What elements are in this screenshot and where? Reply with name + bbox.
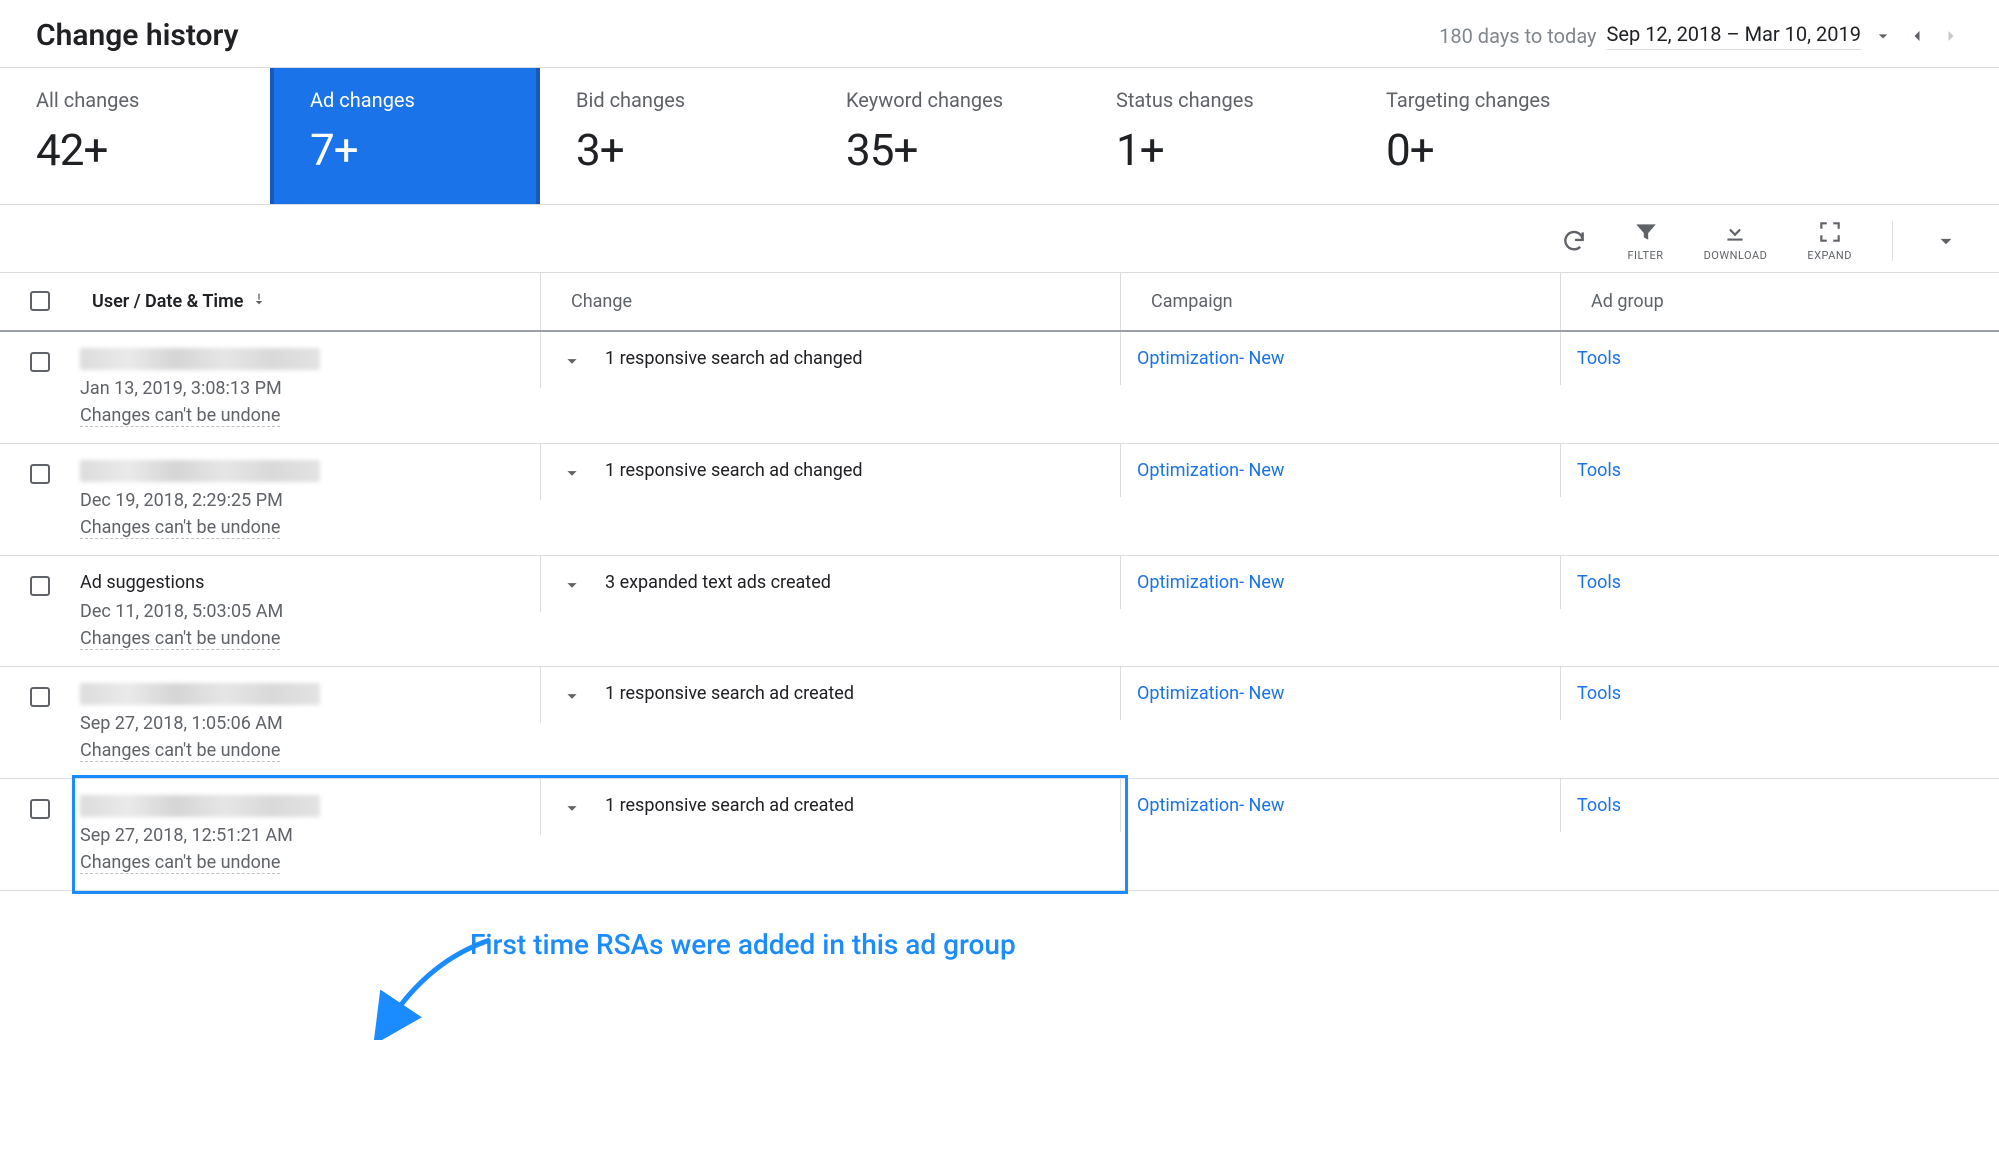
tab-value: 7+ <box>310 124 492 176</box>
expand-icon <box>1817 219 1843 245</box>
user-name-redacted <box>80 460 320 482</box>
tab-value: 42+ <box>36 124 226 176</box>
undo-note: Changes can't be undone <box>80 852 280 874</box>
download-label: DOWNLOAD <box>1704 249 1768 262</box>
refresh-button[interactable] <box>1561 228 1587 254</box>
expand-row-icon[interactable] <box>561 685 583 707</box>
col-change[interactable]: Change <box>540 273 1120 330</box>
toolbar-separator <box>1892 221 1893 261</box>
table-row: Jan 13, 2019, 3:08:13 PM Changes can't be… <box>0 332 1999 444</box>
expand-row-icon[interactable] <box>561 350 583 372</box>
date-range-value: Sep 12, 2018 – Mar 10, 2019 <box>1607 22 1861 50</box>
col-adgroup-label: Ad group <box>1591 291 1664 312</box>
tab-label: Ad changes <box>310 88 492 112</box>
user-name: Ad suggestions <box>80 572 520 593</box>
tab-label: Bid changes <box>576 88 766 112</box>
tab-bid-changes[interactable]: Bid changes 3+ <box>540 68 810 204</box>
more-toolbar-button[interactable] <box>1933 228 1959 254</box>
col-user-label: User / Date & Time <box>92 291 243 312</box>
date-range-label: 180 days to today <box>1439 24 1596 48</box>
campaign-link[interactable]: Optimization- New <box>1137 348 1284 369</box>
adgroup-link[interactable]: Tools <box>1577 795 1621 816</box>
next-period-icon[interactable] <box>1939 24 1963 48</box>
change-datetime: Dec 19, 2018, 2:29:25 PM <box>80 490 520 511</box>
change-description: 1 responsive search ad created <box>605 795 854 816</box>
campaign-link[interactable]: Optimization- New <box>1137 795 1284 816</box>
table-toolbar: FILTER DOWNLOAD EXPAND <box>0 205 1999 272</box>
download-button[interactable]: DOWNLOAD <box>1704 219 1768 262</box>
tab-label: Targeting changes <box>1386 88 1576 112</box>
undo-note: Changes can't be undone <box>80 628 280 650</box>
row-checkbox[interactable] <box>30 799 50 819</box>
annotation-text: First time RSAs were added in this ad gr… <box>470 928 1016 961</box>
adgroup-link[interactable]: Tools <box>1577 348 1621 369</box>
tab-value: 3+ <box>576 124 766 176</box>
row-checkbox[interactable] <box>30 352 50 372</box>
change-description: 1 responsive search ad changed <box>605 460 863 481</box>
table-row: Ad suggestions Dec 11, 2018, 5:03:05 AM Ch… <box>0 556 1999 667</box>
date-range-picker[interactable]: 180 days to today Sep 12, 2018 – Mar 10,… <box>1439 22 1963 50</box>
tab-ad-changes[interactable]: Ad changes 7+ <box>270 68 540 204</box>
campaign-link[interactable]: Optimization- New <box>1137 460 1284 481</box>
tab-status-changes[interactable]: Status changes 1+ <box>1080 68 1350 204</box>
user-name-redacted <box>80 795 320 817</box>
page-title: Change history <box>36 18 239 53</box>
col-change-label: Change <box>571 291 632 312</box>
expand-label: EXPAND <box>1807 249 1852 262</box>
download-icon <box>1722 219 1748 245</box>
filter-label: FILTER <box>1627 249 1663 262</box>
row-checkbox[interactable] <box>30 687 50 707</box>
expand-row-icon[interactable] <box>561 797 583 819</box>
table-header-row: User / Date & Time Change Campaign Ad gr… <box>0 272 1999 332</box>
col-user[interactable]: User / Date & Time <box>80 273 540 330</box>
user-name-redacted <box>80 683 320 705</box>
refresh-icon <box>1561 228 1587 254</box>
col-adgroup[interactable]: Ad group <box>1560 273 1999 330</box>
tab-label: Keyword changes <box>846 88 1036 112</box>
undo-note: Changes can't be undone <box>80 405 280 427</box>
table-row: Sep 27, 2018, 12:51:21 AM Changes can't b… <box>0 779 1999 891</box>
change-datetime: Jan 13, 2019, 3:08:13 PM <box>80 378 520 399</box>
tab-keyword-changes[interactable]: Keyword changes 35+ <box>810 68 1080 204</box>
change-type-tabs: All changes 42+ Ad changes 7+ Bid changes 3+ K… <box>0 67 1999 205</box>
change-datetime: Sep 27, 2018, 1:05:06 AM <box>80 713 520 734</box>
campaign-link[interactable]: Optimization- New <box>1137 683 1284 704</box>
undo-note: Changes can't be undone <box>80 740 280 762</box>
change-description: 3 expanded text ads created <box>605 572 831 593</box>
table-row: Dec 19, 2018, 2:29:25 PM Changes can't be… <box>0 444 1999 556</box>
chevron-down-icon <box>1933 228 1959 254</box>
prev-period-icon[interactable] <box>1905 24 1929 48</box>
table-row: Sep 27, 2018, 1:05:06 AM Changes can't be… <box>0 667 1999 779</box>
tab-label: All changes <box>36 88 226 112</box>
expand-row-icon[interactable] <box>561 462 583 484</box>
select-all-checkbox[interactable] <box>30 291 50 311</box>
change-datetime: Dec 11, 2018, 5:03:05 AM <box>80 601 520 622</box>
change-description: 1 responsive search ad created <box>605 683 854 704</box>
user-name-redacted <box>80 348 320 370</box>
filter-button[interactable]: FILTER <box>1627 219 1663 262</box>
col-campaign-label: Campaign <box>1151 291 1233 312</box>
chevron-down-icon[interactable] <box>1871 24 1895 48</box>
col-campaign[interactable]: Campaign <box>1120 273 1560 330</box>
tab-targeting-changes[interactable]: Targeting changes 0+ <box>1350 68 1620 204</box>
row-checkbox[interactable] <box>30 576 50 596</box>
tab-value: 35+ <box>846 124 1036 176</box>
campaign-link[interactable]: Optimization- New <box>1137 572 1284 593</box>
undo-note: Changes can't be undone <box>80 517 280 539</box>
sort-desc-icon <box>251 291 267 312</box>
annotation-arrow-icon <box>370 930 500 1040</box>
tab-label: Status changes <box>1116 88 1306 112</box>
expand-row-icon[interactable] <box>561 574 583 596</box>
tab-value: 1+ <box>1116 124 1306 176</box>
tab-value: 0+ <box>1386 124 1576 176</box>
tab-all-changes[interactable]: All changes 42+ <box>0 68 270 204</box>
adgroup-link[interactable]: Tools <box>1577 683 1621 704</box>
expand-button[interactable]: EXPAND <box>1807 219 1852 262</box>
adgroup-link[interactable]: Tools <box>1577 460 1621 481</box>
change-description: 1 responsive search ad changed <box>605 348 863 369</box>
adgroup-link[interactable]: Tools <box>1577 572 1621 593</box>
change-datetime: Sep 27, 2018, 12:51:21 AM <box>80 825 520 846</box>
filter-icon <box>1633 219 1659 245</box>
row-checkbox[interactable] <box>30 464 50 484</box>
